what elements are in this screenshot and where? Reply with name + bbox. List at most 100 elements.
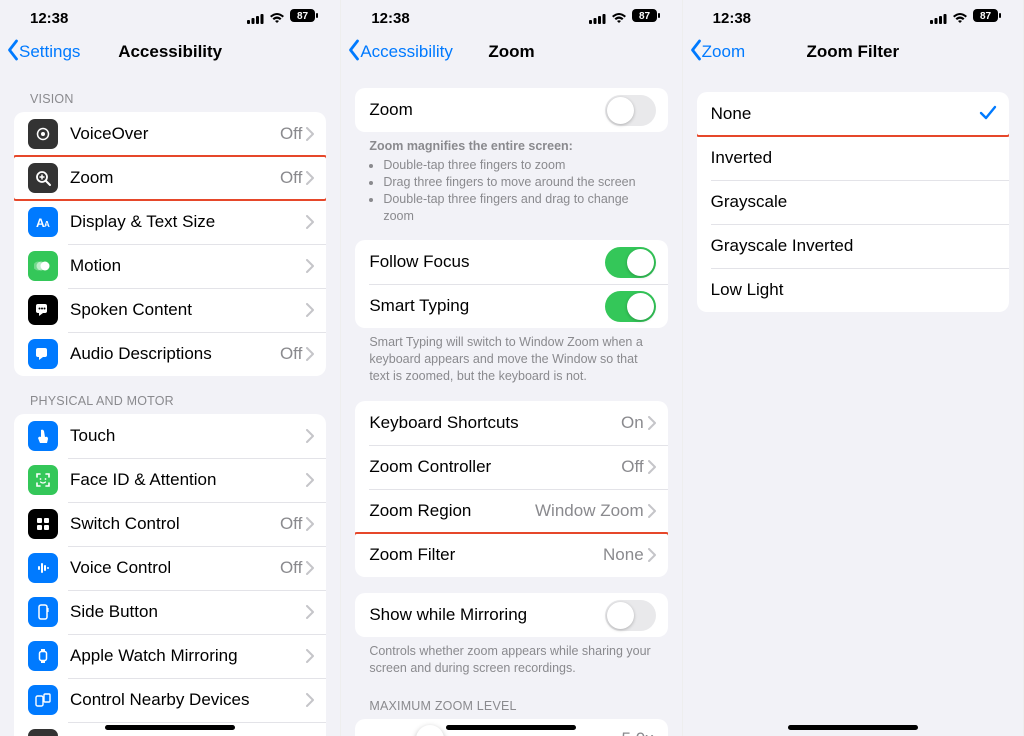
section-header-physical: PHYSICAL AND MOTOR bbox=[0, 376, 340, 414]
svg-text:87: 87 bbox=[639, 11, 651, 22]
zoom-note: Drag three fingers to move around the sc… bbox=[383, 174, 653, 191]
option-grayscale[interactable]: Grayscale bbox=[697, 180, 1009, 224]
status-time: 12:38 bbox=[30, 10, 68, 27]
chevron-right-icon bbox=[306, 561, 314, 575]
chevron-back-icon bbox=[689, 39, 702, 66]
row-detail: On bbox=[621, 413, 644, 433]
chevron-right-icon bbox=[306, 127, 314, 141]
option-label: Low Light bbox=[711, 280, 997, 300]
row-touch[interactable]: Touch bbox=[14, 414, 326, 458]
zoom-toggle[interactable] bbox=[605, 95, 656, 126]
row-watch-mirroring[interactable]: Apple Watch Mirroring bbox=[14, 634, 326, 678]
row-zoom-filter[interactable]: Zoom Filter None bbox=[355, 533, 667, 577]
watch-icon bbox=[28, 641, 58, 671]
status-time: 12:38 bbox=[371, 10, 409, 27]
row-spoken-content[interactable]: Spoken Content bbox=[14, 288, 326, 332]
status-right: 87 bbox=[247, 9, 318, 27]
row-label: Zoom Filter bbox=[369, 545, 603, 565]
chevron-right-icon bbox=[306, 259, 314, 273]
option-inverted[interactable]: Inverted bbox=[697, 136, 1009, 180]
chevron-right-icon bbox=[648, 416, 656, 430]
chevron-right-icon bbox=[306, 605, 314, 619]
nav-bar: Settings Accessibility bbox=[0, 30, 340, 74]
row-audio-descriptions[interactable]: Audio Descriptions Off bbox=[14, 332, 326, 376]
back-button[interactable]: Zoom bbox=[683, 39, 745, 66]
row-show-while-mirroring[interactable]: Show while Mirroring bbox=[355, 593, 667, 637]
zoom-note: Double-tap three fingers and drag to cha… bbox=[383, 191, 653, 225]
chevron-right-icon bbox=[648, 548, 656, 562]
row-label: Show while Mirroring bbox=[369, 605, 604, 625]
row-label: Smart Typing bbox=[369, 296, 604, 316]
row-display-text-size[interactable]: AA Display & Text Size bbox=[14, 200, 326, 244]
row-nearby-devices[interactable]: Control Nearby Devices bbox=[14, 678, 326, 722]
zoom-toggle-group: Zoom bbox=[355, 88, 667, 132]
max-zoom-value: 5.0x bbox=[622, 729, 654, 736]
battery-text: 87 bbox=[297, 11, 309, 22]
back-label: Zoom bbox=[702, 42, 745, 62]
row-label: Zoom bbox=[369, 100, 604, 120]
motion-icon bbox=[28, 251, 58, 281]
screen-zoom-filter: 12:38 87 Zoom Zoom Filter None Inverted … bbox=[683, 0, 1024, 736]
faceid-icon bbox=[28, 465, 58, 495]
voice-control-icon bbox=[28, 553, 58, 583]
status-right: 87 bbox=[589, 9, 660, 27]
smart-typing-toggle[interactable] bbox=[605, 291, 656, 322]
row-label: Spoken Content bbox=[70, 300, 306, 320]
row-follow-focus[interactable]: Follow Focus bbox=[355, 240, 667, 284]
wifi-icon bbox=[611, 12, 627, 24]
nav-bar: Zoom Zoom Filter bbox=[683, 30, 1023, 74]
zoom-settings-group: Keyboard Shortcuts On Zoom Controller Of… bbox=[355, 401, 667, 577]
option-label: Grayscale Inverted bbox=[711, 236, 997, 256]
row-keyboard-shortcuts[interactable]: Keyboard Shortcuts On bbox=[355, 401, 667, 445]
row-zoom-region[interactable]: Zoom Region Window Zoom bbox=[355, 489, 667, 533]
row-voiceover[interactable]: VoiceOver Off bbox=[14, 112, 326, 156]
row-label: VoiceOver bbox=[70, 124, 280, 144]
text-size-icon: AA bbox=[28, 207, 58, 237]
svg-text:87: 87 bbox=[980, 11, 992, 22]
row-label: Audio Descriptions bbox=[70, 344, 280, 364]
chevron-right-icon bbox=[306, 347, 314, 361]
row-zoom-toggle[interactable]: Zoom bbox=[355, 88, 667, 132]
svg-text:A: A bbox=[44, 220, 50, 229]
screen-accessibility: 12:38 87 Settings Accessibility VISION V… bbox=[0, 0, 341, 736]
nav-bar: Accessibility Zoom bbox=[341, 30, 681, 74]
row-label: Display & Text Size bbox=[70, 212, 306, 232]
row-voice-control[interactable]: Voice Control Off bbox=[14, 546, 326, 590]
mirroring-toggle[interactable] bbox=[605, 600, 656, 631]
row-detail: Off bbox=[280, 168, 302, 188]
status-bar: 12:38 87 bbox=[0, 0, 340, 30]
cellular-signal-icon bbox=[930, 13, 947, 24]
chevron-right-icon bbox=[306, 429, 314, 443]
vision-group: VoiceOver Off Zoom Off AA Display & Text… bbox=[14, 112, 326, 376]
chevron-right-icon bbox=[306, 473, 314, 487]
zoom-icon bbox=[28, 163, 58, 193]
wifi-icon bbox=[269, 12, 285, 24]
home-indicator bbox=[446, 725, 576, 730]
row-label: Zoom Region bbox=[369, 501, 535, 521]
row-smart-typing[interactable]: Smart Typing bbox=[355, 284, 667, 328]
row-zoom-controller[interactable]: Zoom Controller Off bbox=[355, 445, 667, 489]
row-label: Zoom bbox=[70, 168, 280, 188]
follow-focus-toggle[interactable] bbox=[605, 247, 656, 278]
row-faceid[interactable]: Face ID & Attention bbox=[14, 458, 326, 502]
row-detail: Off bbox=[621, 457, 643, 477]
row-zoom[interactable]: Zoom Off bbox=[14, 156, 326, 200]
row-motion[interactable]: Motion bbox=[14, 244, 326, 288]
switch-control-icon bbox=[28, 509, 58, 539]
physical-group: Touch Face ID & Attention Switch Control… bbox=[14, 414, 326, 736]
back-button[interactable]: Settings bbox=[0, 39, 80, 66]
zoom-note: Double-tap three fingers to zoom bbox=[383, 157, 653, 174]
row-label: Switch Control bbox=[70, 514, 280, 534]
home-indicator bbox=[788, 725, 918, 730]
chevron-right-icon bbox=[306, 171, 314, 185]
back-button[interactable]: Accessibility bbox=[341, 39, 453, 66]
option-none[interactable]: None bbox=[697, 92, 1009, 136]
option-low-light[interactable]: Low Light bbox=[697, 268, 1009, 312]
row-side-button[interactable]: Side Button bbox=[14, 590, 326, 634]
filter-options-group: None Inverted Grayscale Grayscale Invert… bbox=[697, 92, 1009, 312]
option-grayscale-inverted[interactable]: Grayscale Inverted bbox=[697, 224, 1009, 268]
apple-tv-remote-icon bbox=[28, 729, 58, 736]
audio-descriptions-icon bbox=[28, 339, 58, 369]
row-switch-control[interactable]: Switch Control Off bbox=[14, 502, 326, 546]
row-label: Zoom Controller bbox=[369, 457, 621, 477]
